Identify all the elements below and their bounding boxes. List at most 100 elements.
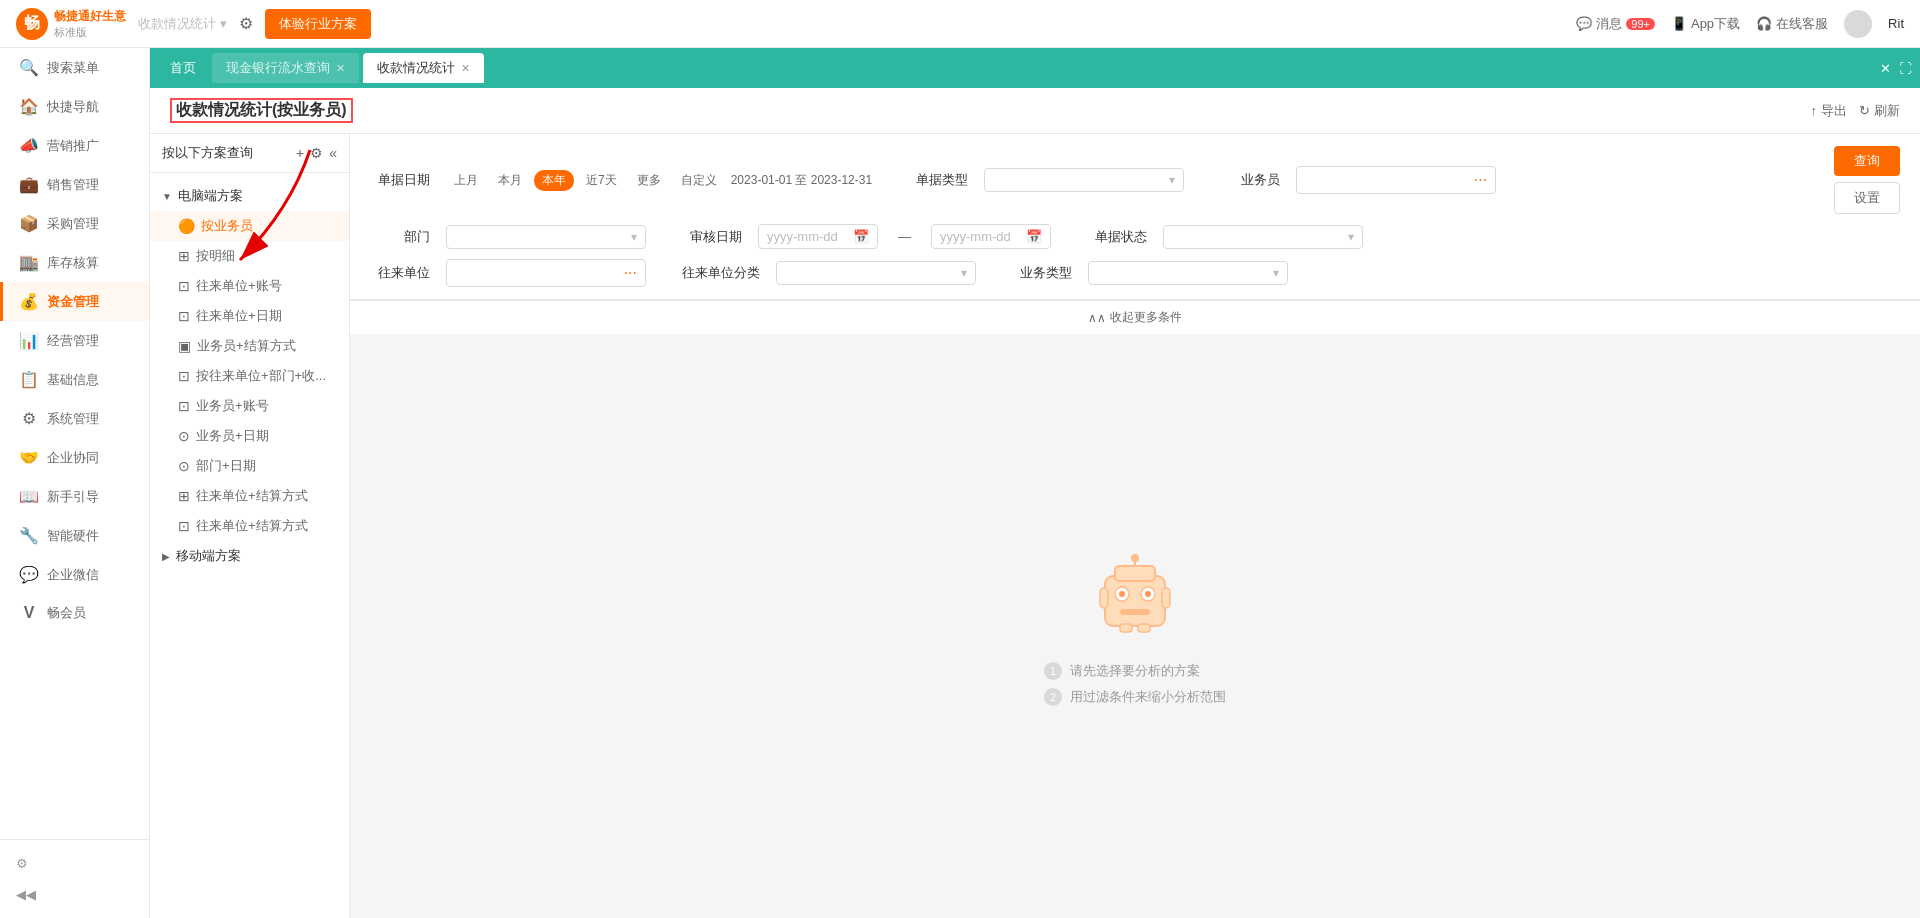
tab-close-window-icon[interactable]: ✕	[1880, 61, 1891, 76]
date-tab-last-month[interactable]: 上月	[446, 170, 486, 191]
sidebar-item-basic[interactable]: 📋 基础信息	[0, 360, 149, 399]
online-service-button[interactable]: 🎧 在线客服	[1756, 15, 1828, 33]
date-separator: —	[894, 229, 915, 244]
tree-item-unit-date-icon: ⊡	[178, 308, 190, 324]
tree-item-unit-settle1[interactable]: ⊞ 往来单位+结算方式	[150, 481, 349, 511]
breadcrumb-text: 收款情况统计	[138, 15, 216, 33]
sidebar-settings-button[interactable]: ⚙	[0, 848, 149, 879]
scheme-settings-icon[interactable]: ⚙	[310, 145, 323, 161]
sidebar-item-wechat[interactable]: 💬 企业微信	[0, 555, 149, 594]
date-tab-custom[interactable]: 自定义	[673, 170, 725, 191]
tree-item-unit-settle2-icon: ⊡	[178, 518, 190, 534]
left-panel-title: 按以下方案查询	[162, 144, 253, 162]
tab-receipt-close[interactable]: ✕	[461, 62, 470, 75]
sidebar-label-finance: 资金管理	[47, 293, 99, 311]
tab-cashflow[interactable]: 现金银行流水查询 ✕	[212, 53, 359, 83]
query-button[interactable]: 查询	[1834, 146, 1900, 176]
calendar-icon-end[interactable]: 📅	[1026, 229, 1042, 244]
calendar-icon-start[interactable]: 📅	[853, 229, 869, 244]
counterpart-cat-select[interactable]: ▾	[776, 261, 976, 285]
tree-item-detail[interactable]: ⊞ 按明细	[150, 241, 349, 271]
salesman-select[interactable]: ···	[1296, 166, 1496, 194]
tree-item-salesman-settle[interactable]: ▣ 业务员+结算方式	[150, 331, 349, 361]
tree-item-dept-date[interactable]: ⊙ 部门+日期	[150, 451, 349, 481]
sidebar-item-newbie[interactable]: 📖 新手引导	[0, 477, 149, 516]
tree-item-unit-settle2[interactable]: ⊡ 往来单位+结算方式	[150, 511, 349, 541]
tree-item-salesman-settle-icon: ▣	[178, 338, 191, 354]
content-area: 首页 现金银行流水查询 ✕ 收款情况统计 ✕ ✕ ⛶ 收款情况统计(按业务员) …	[150, 48, 1920, 918]
svg-point-6	[1119, 591, 1125, 597]
date-tab-this-month[interactable]: 本月	[490, 170, 530, 191]
sidebar-item-operation[interactable]: 📊 经营管理	[0, 321, 149, 360]
counterpart-more-icon[interactable]: ···	[624, 264, 637, 282]
sidebar-label-search: 搜索菜单	[47, 59, 99, 77]
doc-type-select[interactable]: ▾	[984, 168, 1184, 192]
tree-item-salesman-account[interactable]: ⊡ 业务员+账号	[150, 391, 349, 421]
tab-maximize-icon[interactable]: ⛶	[1899, 61, 1912, 76]
review-date-start[interactable]: yyyy-mm-dd 📅	[758, 224, 878, 249]
counterpart-label: 往来单位	[370, 264, 430, 282]
counterpart-select[interactable]: ···	[446, 259, 646, 287]
sidebar-item-collab[interactable]: 🤝 企业协同	[0, 438, 149, 477]
left-panel-header: 按以下方案查询 + ⚙ «	[150, 134, 349, 173]
tree-mobile-group[interactable]: ▶ 移动端方案	[150, 541, 349, 571]
doc-date-label: 单据日期	[370, 171, 430, 189]
tree-item-salesman-date-label: 业务员+日期	[196, 427, 269, 445]
tree-item-unit-dept[interactable]: ⊡ 按往来单位+部门+收...	[150, 361, 349, 391]
tree-item-unit-settle1-icon: ⊞	[178, 488, 190, 504]
tab-receipt[interactable]: 收款情况统计 ✕	[363, 53, 484, 83]
sidebar-item-hardware[interactable]: 🔧 智能硬件	[0, 516, 149, 555]
sidebar-item-system[interactable]: ⚙ 系统管理	[0, 399, 149, 438]
date-tab-this-year[interactable]: 本年	[534, 170, 574, 191]
doc-status-select[interactable]: ▾	[1163, 225, 1363, 249]
tree-desktop-group[interactable]: ▼ 电脑端方案	[150, 181, 349, 211]
empty-robot-icon	[1085, 546, 1185, 646]
sidebar: 🔍 搜索菜单 🏠 快捷导航 📣 营销推广 💼 销售管理 📦 采购管理 🏬 库存核…	[0, 48, 150, 918]
review-date-end[interactable]: yyyy-mm-dd 📅	[931, 224, 1051, 249]
export-button[interactable]: ↑ 导出	[1811, 102, 1848, 120]
message-badge: 99+	[1626, 18, 1655, 30]
app-download-button[interactable]: 📱 App下载	[1671, 15, 1740, 33]
user-avatar[interactable]	[1844, 10, 1872, 38]
sidebar-label-newbie: 新手引导	[47, 488, 99, 506]
sidebar-item-quicknav[interactable]: 🏠 快捷导航	[0, 87, 149, 126]
tree-item-unit-settle1-label: 往来单位+结算方式	[196, 487, 308, 505]
collapse-bar[interactable]: ∧∧ 收起更多条件	[350, 300, 1920, 334]
salesman-more-icon[interactable]: ···	[1474, 171, 1487, 189]
home-icon: 🏠	[19, 97, 39, 116]
tree-item-unit-account[interactable]: ⊡ 往来单位+账号	[150, 271, 349, 301]
sidebar-item-sales[interactable]: 💼 销售管理	[0, 165, 149, 204]
doc-type-label: 单据类型	[908, 171, 968, 189]
collapse-panel-icon[interactable]: «	[329, 145, 337, 161]
step-num-2: 2	[1044, 688, 1062, 706]
settings-icon[interactable]: ⚙	[239, 14, 253, 33]
biz-type-select[interactable]: ▾	[1088, 261, 1288, 285]
tab-cashflow-close[interactable]: ✕	[336, 62, 345, 75]
sidebar-item-inventory[interactable]: 🏬 库存核算	[0, 243, 149, 282]
newbie-icon: 📖	[19, 487, 39, 506]
date-tab-7days[interactable]: 近7天	[578, 170, 625, 191]
sidebar-item-member[interactable]: V 畅会员	[0, 594, 149, 632]
refresh-button[interactable]: ↻ 刷新	[1859, 102, 1900, 120]
trial-button[interactable]: 体验行业方案	[265, 9, 371, 39]
tree-item-salesman-date[interactable]: ⊙ 业务员+日期	[150, 421, 349, 451]
sidebar-item-marketing[interactable]: 📣 营销推广	[0, 126, 149, 165]
date-tab-more[interactable]: 更多	[629, 170, 669, 191]
svg-rect-10	[1162, 588, 1170, 608]
dept-select[interactable]: ▾	[446, 225, 646, 249]
svg-point-3	[1131, 554, 1139, 562]
tree-item-salesman[interactable]: 🟠 按业务员	[150, 211, 349, 241]
sidebar-item-search[interactable]: 🔍 搜索菜单	[0, 48, 149, 87]
messages-button[interactable]: 💬 消息 99+	[1576, 15, 1655, 33]
add-scheme-icon[interactable]: +	[296, 145, 304, 161]
salesman-label: 业务员	[1220, 171, 1280, 189]
tab-home[interactable]: 首页	[158, 53, 208, 83]
sidebar-collapse-button[interactable]: ◀◀	[0, 879, 149, 910]
sidebar-item-purchase[interactable]: 📦 采购管理	[0, 204, 149, 243]
sidebar-item-finance[interactable]: 💰 资金管理	[0, 282, 149, 321]
tree-item-unit-date[interactable]: ⊡ 往来单位+日期	[150, 301, 349, 331]
tree-item-unit-dept-icon: ⊡	[178, 368, 190, 384]
doc-date-value: 上月 本月 本年 近7天 更多 自定义 2023-01-01 至 2023-12…	[446, 170, 872, 191]
headset-icon: 🎧	[1756, 16, 1772, 31]
set-button[interactable]: 设置	[1834, 182, 1900, 214]
